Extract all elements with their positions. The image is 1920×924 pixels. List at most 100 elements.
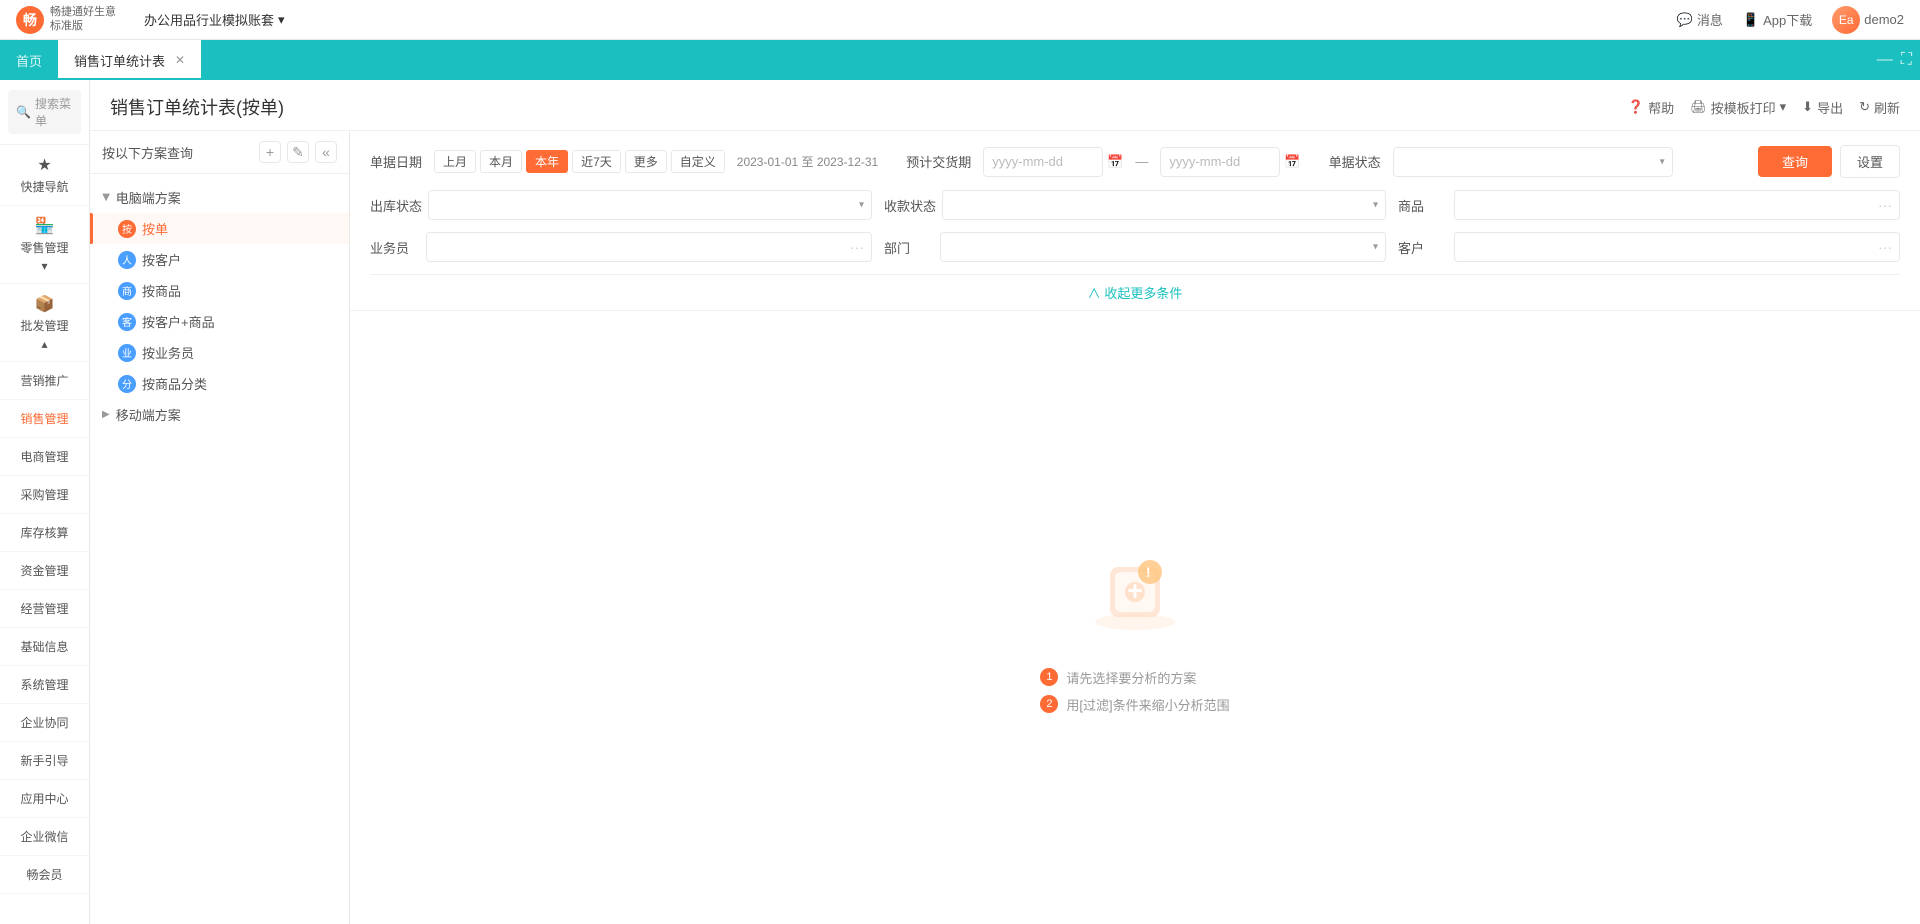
user-menu[interactable]: Ea demo2 (1832, 6, 1904, 34)
company-selector[interactable]: 办公用品行业模拟账套 ▾ (144, 10, 285, 29)
help-btn[interactable]: ❓ 帮助 (1628, 98, 1674, 117)
page-actions: ❓ 帮助 🖨 按模板打印 ▾ ⬇ 导出 ↻ 刷新 (1628, 98, 1900, 117)
messages-btn[interactable]: 💬 消息 (1677, 10, 1723, 29)
tree-item-by-category[interactable]: 分 按商品分类 (90, 368, 349, 399)
tree-item-icon: 人 (118, 251, 136, 269)
calendar-icon2[interactable]: 📅 (1284, 154, 1300, 170)
query-button[interactable]: 查询 (1758, 146, 1832, 177)
sidebar-item-newbie[interactable]: 新手引导 (0, 742, 89, 780)
expected-date-from: 📅 (983, 147, 1123, 177)
payment-select[interactable] (942, 190, 1386, 220)
date-label: 单据日期 (370, 152, 422, 171)
export-btn[interactable]: ⬇ 导出 (1802, 98, 1843, 117)
filter-goods: 商品 ··· (1398, 190, 1900, 220)
sidebar-item-base[interactable]: 基础信息 (0, 628, 89, 666)
status-select[interactable] (1393, 147, 1673, 177)
sidebar-item-quick-nav[interactable]: ★ 快捷导航 (0, 145, 89, 206)
avatar: Ea (1832, 6, 1860, 34)
salesperson-input[interactable] (426, 232, 872, 262)
tab-sales-order[interactable]: 销售订单统计表 ✕ (58, 40, 201, 80)
status-select-wrap: ▾ (1393, 147, 1673, 177)
tree-group-mobile-header[interactable]: ▶ 移动端方案 (90, 399, 349, 430)
date-btn-more[interactable]: 更多 (625, 150, 667, 173)
shipment-control: ▾ (428, 190, 872, 220)
sidebar-item-wholesale[interactable]: 📦 批发管理 ▴ (0, 284, 89, 362)
tree-item-by-salesperson[interactable]: 业 按业务员 (90, 337, 349, 368)
customer-more-icon[interactable]: ··· (1878, 239, 1892, 255)
sidebar-item-sales[interactable]: 销售管理 (0, 400, 89, 438)
sidebar-item-enterprise[interactable]: 企业协同 (0, 704, 89, 742)
sidebar-item-marketing[interactable]: 营销推广 (0, 362, 89, 400)
tree-item-by-customer[interactable]: 人 按客户 (90, 244, 349, 275)
date-btn-last-month[interactable]: 上月 (434, 150, 476, 173)
sidebar-item-member[interactable]: 畅会员 (0, 856, 89, 894)
message-icon: 💬 (1677, 12, 1693, 28)
sidebar-item-ecommerce[interactable]: 电商管理 (0, 438, 89, 476)
tree-item-by-goods[interactable]: 商 按商品 (90, 275, 349, 306)
customer-control: ··· (1454, 232, 1900, 262)
date-btn-this-year[interactable]: 本年 (526, 150, 568, 173)
sidebar-item-finance[interactable]: 资金管理 (0, 552, 89, 590)
calendar-icon[interactable]: 📅 (1107, 154, 1123, 170)
empty-tips: 1 请先选择要分析的方案 2 用[过滤]条件来缩小分析范围 (1040, 668, 1229, 714)
page-title: 销售订单统计表(按单) (110, 94, 284, 120)
sidebar-item-retail[interactable]: 🏪 零售管理 ▾ (0, 206, 89, 284)
sidebar-item-system[interactable]: 系统管理 (0, 666, 89, 704)
sidebar-item-inventory[interactable]: 库存核算 (0, 514, 89, 552)
expected-date-to-input[interactable] (1160, 147, 1280, 177)
tree-item-by-customer-goods[interactable]: 客 按客户+商品 (90, 306, 349, 337)
filter-payment: 收款状态 ▾ (884, 190, 1386, 220)
date-btn-this-month[interactable]: 本月 (480, 150, 522, 173)
tree-item-by-order[interactable]: 按 按单 (90, 213, 349, 244)
collapse-bar[interactable]: ∧ 收起更多条件 (370, 274, 1900, 310)
tree-group-desktop: ▶ 电脑端方案 按 按单 人 按客户 商 (90, 182, 349, 399)
salesperson-more-icon[interactable]: ··· (850, 239, 864, 255)
tab-minimize-icon[interactable]: — (1877, 51, 1893, 69)
tree-arrow-icon: ▶ (102, 409, 110, 420)
print-btn[interactable]: 🖨 按模板打印 ▾ (1690, 98, 1786, 117)
shipment-select[interactable] (428, 190, 872, 220)
sidebar-item-wechat[interactable]: 企业微信 (0, 818, 89, 856)
status-label: 单据状态 (1329, 152, 1381, 171)
tree-group-desktop-header[interactable]: ▶ 电脑端方案 (90, 182, 349, 213)
date-dash: — (1135, 154, 1148, 169)
chevron-right-icon: ▾ (41, 259, 47, 273)
tree-item-icon: 按 (118, 220, 136, 238)
sidebar-item-operation[interactable]: 经营管理 (0, 590, 89, 628)
app-download-btn[interactable]: 📱 App下载 (1743, 10, 1812, 29)
tab-close-icon[interactable]: ✕ (175, 53, 185, 67)
page-header: 销售订单统计表(按单) ❓ 帮助 🖨 按模板打印 ▾ ⬇ 导出 ↻ 刷新 (90, 80, 1920, 131)
solution-panel-actions: + ✎ « (259, 141, 337, 163)
refresh-btn[interactable]: ↻ 刷新 (1859, 98, 1900, 117)
star-icon: ★ (37, 155, 51, 175)
sidebar: 🔍 搜索菜单 ★ 快捷导航 🏪 零售管理 ▾ 📦 批发管理 ▴ 营销推广 销售管… (0, 80, 90, 924)
svg-text:!: ! (1146, 564, 1151, 580)
goods-input[interactable] (1454, 190, 1900, 220)
logo-area: 畅 畅捷通好生意 标准版 (16, 6, 116, 34)
collapse-solution-btn[interactable]: « (315, 141, 337, 163)
date-btn-custom[interactable]: 自定义 (671, 150, 725, 173)
tab-home[interactable]: 首页 (0, 40, 58, 80)
search-menu-btn[interactable]: 🔍 搜索菜单 (8, 90, 81, 134)
tree-item-icon: 分 (118, 375, 136, 393)
dept-select[interactable] (940, 232, 1386, 262)
edit-solution-btn[interactable]: ✎ (287, 141, 309, 163)
shop-icon: 🏪 (35, 216, 55, 236)
settings-button[interactable]: 设置 (1840, 145, 1900, 178)
expected-date-from-input[interactable] (983, 147, 1103, 177)
tree-group-mobile: ▶ 移动端方案 (90, 399, 349, 430)
content-area: 销售订单统计表(按单) ❓ 帮助 🖨 按模板打印 ▾ ⬇ 导出 ↻ 刷新 (90, 80, 1920, 924)
goods-more-icon[interactable]: ··· (1878, 197, 1892, 213)
add-solution-btn[interactable]: + (259, 141, 281, 163)
collapse-icon: « (322, 144, 330, 160)
customer-input[interactable] (1454, 232, 1900, 262)
edit-icon: ✎ (292, 144, 304, 161)
sidebar-item-app-center[interactable]: 应用中心 (0, 780, 89, 818)
tab-maximize-icon[interactable]: ⛶ (1901, 51, 1912, 69)
solution-tree: ▶ 电脑端方案 按 按单 人 按客户 商 (90, 174, 349, 924)
dept-control: ▾ (940, 232, 1386, 262)
expected-date-label: 预计交货期 (906, 152, 971, 171)
wholesale-icon: 📦 (35, 294, 55, 314)
date-btn-7days[interactable]: 近7天 (572, 150, 621, 173)
sidebar-item-purchase[interactable]: 采购管理 (0, 476, 89, 514)
